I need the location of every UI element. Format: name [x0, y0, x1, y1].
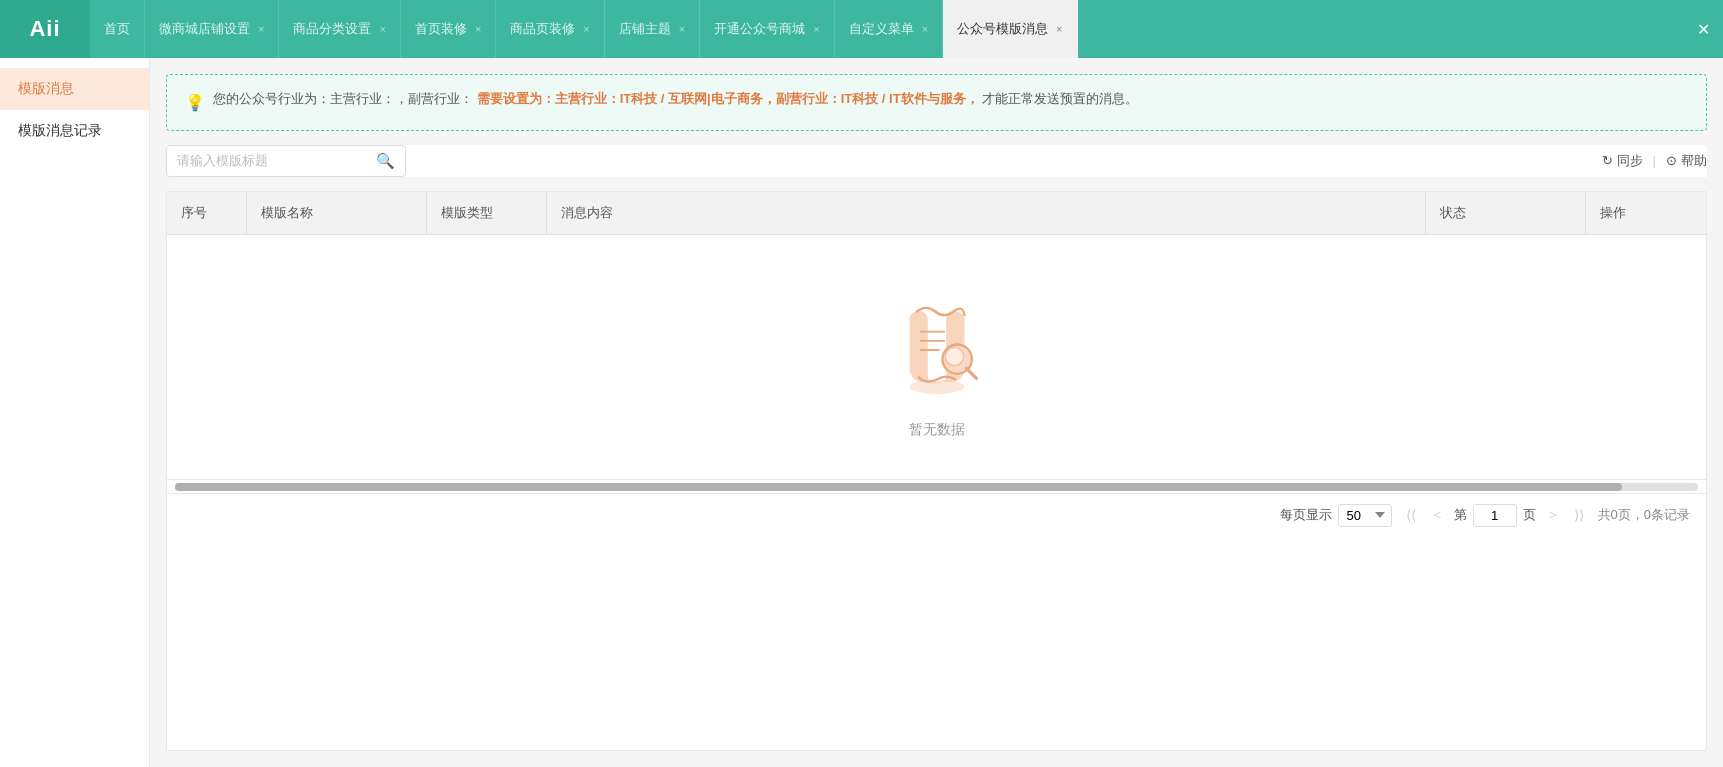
- table-column-type: 模版类型: [427, 192, 547, 234]
- empty-state: 暂无数据: [167, 235, 1706, 479]
- lightbulb-icon: 💡: [185, 90, 205, 116]
- empty-text: 暂无数据: [909, 421, 965, 439]
- table-header: 序号模版名称模版类型消息内容状态操作: [167, 192, 1706, 235]
- data-table: 序号模版名称模版类型消息内容状态操作: [166, 191, 1707, 751]
- table-column-action: 操作: [1586, 192, 1706, 234]
- tab-custom-menu[interactable]: 自定义菜单 ×: [835, 0, 943, 58]
- svg-line-6: [966, 368, 976, 378]
- sidebar: 模版消息模版消息记录: [0, 58, 150, 767]
- notice-box: 💡 您的公众号行业为：主营行业：，副营行业： 需要设置为：主营行业：IT科技 /…: [166, 74, 1707, 131]
- tab-close-open-mall[interactable]: ×: [813, 23, 819, 35]
- last-page-button[interactable]: ⟩⟩: [1570, 505, 1588, 525]
- page-number-input[interactable]: [1473, 504, 1517, 527]
- search-bar: 🔍 ↻ 同步 | ⊙ 帮助: [166, 145, 1707, 177]
- tab-label-open-mall: 开通公众号商城: [714, 20, 805, 38]
- sidebar-item-template-message[interactable]: 模版消息: [0, 68, 149, 110]
- prev-page-button[interactable]: ＜: [1426, 504, 1448, 526]
- table-column-name: 模版名称: [247, 192, 427, 234]
- tab-template-msg[interactable]: 公众号模版消息 ×: [943, 0, 1077, 58]
- total-info: 共0页，0条记录: [1598, 506, 1690, 524]
- tab-label-home: 首页: [104, 20, 130, 38]
- per-page-selector: 每页显示 102050100: [1280, 504, 1392, 527]
- toolbar-right: ↻ 同步 | ⊙ 帮助: [1602, 152, 1707, 170]
- scrollbar-thumb[interactable]: [175, 483, 1622, 491]
- tab-home[interactable]: 首页: [90, 0, 145, 58]
- per-page-label: 每页显示: [1280, 506, 1332, 524]
- page-navigation: ⟨⟨ ＜ 第 页 ＞ ⟩⟩: [1402, 504, 1588, 527]
- sync-icon: ↻: [1602, 153, 1613, 168]
- next-page-button[interactable]: ＞: [1542, 504, 1564, 526]
- tab-label-template-msg: 公众号模版消息: [957, 20, 1048, 38]
- tab-label-product-decor: 商品页装修: [510, 20, 575, 38]
- table-column-status: 状态: [1426, 192, 1586, 234]
- tab-product-category[interactable]: 商品分类设置 ×: [279, 0, 400, 58]
- tab-close-shop-theme[interactable]: ×: [679, 23, 685, 35]
- content-area: 💡 您的公众号行业为：主营行业：，副营行业： 需要设置为：主营行业：IT科技 /…: [150, 58, 1723, 767]
- sync-button[interactable]: ↻ 同步: [1602, 152, 1643, 170]
- tab-close-home-decor[interactable]: ×: [475, 23, 481, 35]
- first-page-button[interactable]: ⟨⟨: [1402, 505, 1420, 525]
- nav-tabs: 首页微商城店铺设置×商品分类设置×首页装修×商品页装修×店铺主题×开通公众号商城…: [90, 0, 1683, 58]
- horizontal-scrollbar[interactable]: [167, 479, 1706, 493]
- help-button[interactable]: ⊙ 帮助: [1666, 152, 1707, 170]
- tab-close-template-msg[interactable]: ×: [1056, 23, 1062, 35]
- tab-close-product-decor[interactable]: ×: [583, 23, 589, 35]
- search-input[interactable]: [177, 153, 370, 168]
- help-icon: ⊙: [1666, 153, 1677, 168]
- tab-label-product-category: 商品分类设置: [293, 20, 371, 38]
- sidebar-item-template-message-record[interactable]: 模版消息记录: [0, 110, 149, 152]
- tab-close-product-category[interactable]: ×: [379, 23, 385, 35]
- tab-close-shop-settings[interactable]: ×: [258, 23, 264, 35]
- tab-product-decor[interactable]: 商品页装修 ×: [496, 0, 604, 58]
- table-column-index: 序号: [167, 192, 247, 234]
- global-close-button[interactable]: ✕: [1683, 0, 1723, 58]
- pagination: 每页显示 102050100 ⟨⟨ ＜ 第 页 ＞ ⟩⟩ 共0页，0条记录: [167, 493, 1706, 537]
- tab-shop-theme[interactable]: 店铺主题 ×: [605, 0, 700, 58]
- top-nav: Aii 首页微商城店铺设置×商品分类设置×首页装修×商品页装修×店铺主题×开通公…: [0, 0, 1723, 58]
- search-icon[interactable]: 🔍: [376, 152, 395, 170]
- tab-label-shop-theme: 店铺主题: [619, 20, 671, 38]
- page-label-after: 页: [1523, 506, 1536, 524]
- tab-home-decor[interactable]: 首页装修 ×: [401, 0, 496, 58]
- main-layout: 模版消息模版消息记录 💡 您的公众号行业为：主营行业：，副营行业： 需要设置为：…: [0, 58, 1723, 767]
- tab-label-custom-menu: 自定义菜单: [849, 20, 914, 38]
- scrollbar-track[interactable]: [175, 483, 1698, 491]
- tab-shop-settings[interactable]: 微商城店铺设置 ×: [145, 0, 279, 58]
- tab-label-shop-settings: 微商城店铺设置: [159, 20, 250, 38]
- per-page-select[interactable]: 102050100: [1338, 504, 1392, 527]
- app-logo: Aii: [0, 0, 90, 58]
- page-input-area: 第 页: [1454, 504, 1536, 527]
- tab-close-custom-menu[interactable]: ×: [922, 23, 928, 35]
- notice-text: 您的公众号行业为：主营行业：，副营行业： 需要设置为：主营行业：IT科技 / 互…: [213, 89, 1138, 110]
- svg-point-0: [909, 379, 964, 394]
- tab-open-mall[interactable]: 开通公众号商城 ×: [700, 0, 834, 58]
- tab-label-home-decor: 首页装修: [415, 20, 467, 38]
- table-column-content: 消息内容: [547, 192, 1426, 234]
- search-input-wrap[interactable]: 🔍: [166, 145, 406, 177]
- toolbar-divider: |: [1653, 153, 1656, 168]
- empty-illustration: [882, 295, 992, 405]
- page-label-before: 第: [1454, 506, 1467, 524]
